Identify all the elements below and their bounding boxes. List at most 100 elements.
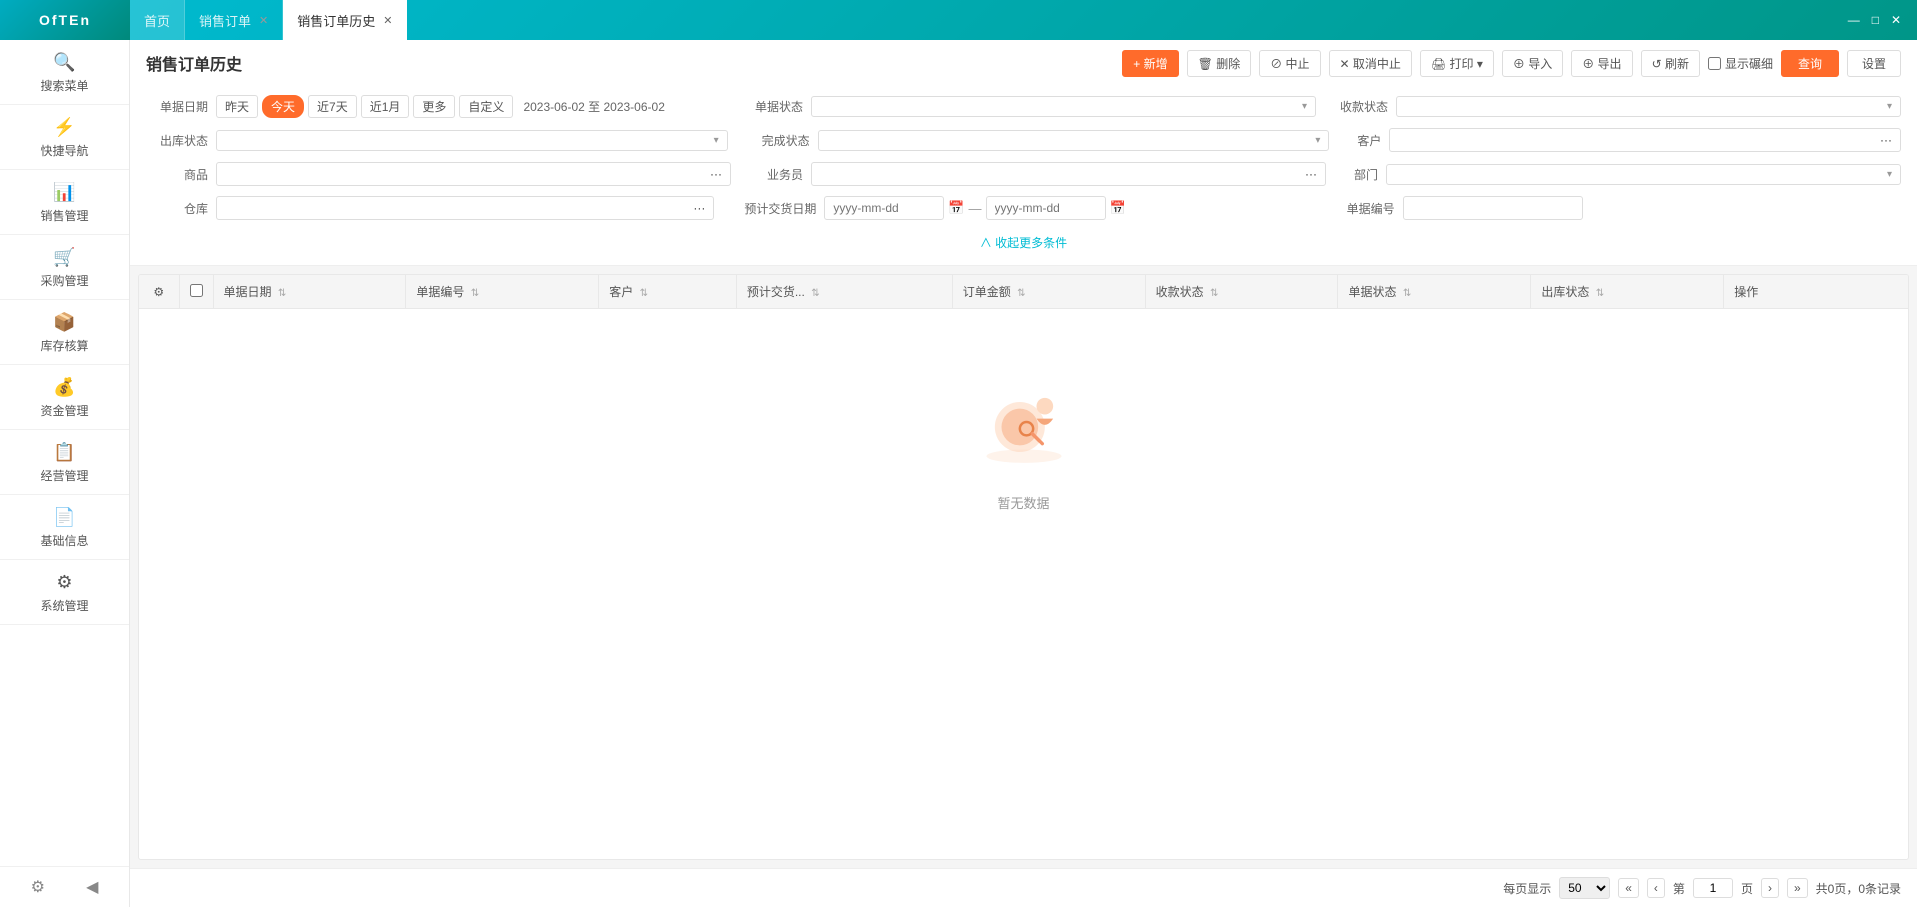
sort-date-icon[interactable]: ⇅ [278,288,286,299]
sidebar-item-sales[interactable]: 📊 销售管理 [0,170,129,235]
content-area: 销售订单历史 + 新增 🗑 删除 ⊘ 中止 ✕ 取消中止 🖨 打印 ▾ ⊕ 导入… [130,40,1917,907]
sidebar-item-system[interactable]: ⚙ 系统管理 [0,560,129,625]
display-columns-toggle[interactable]: 显示碾细 [1708,55,1773,72]
complete-select[interactable]: ▾ [818,130,1330,151]
sort-customer-icon[interactable]: ⇅ [640,288,648,299]
sort-paystatus-icon[interactable]: ⇅ [1210,288,1218,299]
salesman-label: 业务员 [761,166,811,183]
th-customer: 客户 ⇅ [599,275,737,309]
sidebar-item-search[interactable]: 🔍 搜索菜单 [0,40,129,105]
toolbar: + 新增 🗑 删除 ⊘ 中止 ✕ 取消中止 🖨 打印 ▾ ⊕ 导入 ⊕ 导出 ↺… [1122,50,1901,77]
top-bar: OfTEn 首页 销售订单 ✕ 销售订单历史 ✕ — □ ✕ [0,0,1917,40]
status-select[interactable]: ▾ [811,96,1316,117]
empty-text: 暂无数据 [997,493,1049,512]
sidebar-item-inventory[interactable]: 📦 库存核算 [0,300,129,365]
sidebar-bottom: ⚙ ◀ [0,866,129,907]
finance-icon: 💰 [53,377,75,398]
select-all-checkbox[interactable] [190,284,203,297]
date-filter-value: 昨天 今天 近7天 近1月 更多 自定义 2023-06-02 至 2023-0… [216,95,721,118]
export-button[interactable]: ⊕ 导出 [1571,50,1632,77]
filter-row-3: 商品 ··· 业务员 ··· 部门 ▾ [146,162,1901,186]
delivery-date-start[interactable] [824,196,944,220]
collapse-filters-btn[interactable]: ∧ 收起更多条件 [146,230,1901,255]
th-outbound: 出库状态 ⇅ [1531,275,1724,309]
delivery-date-end[interactable] [986,196,1106,220]
search-icon: 🔍 [53,52,75,73]
customer-select[interactable]: ··· [1389,128,1901,152]
new-button[interactable]: + 新增 [1122,50,1178,77]
cancel-stop-button[interactable]: ✕ 取消中止 [1329,50,1412,77]
warehouse-select[interactable]: ··· [216,196,714,220]
table-section: ⚙ 单据日期 ⇅ 单据编号 ⇅ [138,274,1909,860]
page-size-select[interactable]: 50 20 100 [1559,877,1610,899]
prev-page-btn[interactable]: ‹ [1647,878,1665,898]
th-operations: 操作 [1724,275,1908,309]
doc-number-input[interactable] [1403,196,1583,220]
delete-button[interactable]: 🗑 删除 [1187,50,1252,77]
th-doc-status: 单据状态 ⇅ [1338,275,1531,309]
date-btn-yesterday[interactable]: 昨天 [216,95,258,118]
th-date: 单据日期 ⇅ [213,275,406,309]
dept-select[interactable]: ▾ [1386,164,1901,185]
table-body: 暂无数据 [139,309,1908,581]
pay-status-label: 收款状态 [1336,98,1396,115]
main-layout: 🔍 搜索菜单 ⚡ 快捷导航 📊 销售管理 🛒 采购管理 📦 库存核算 💰 资金管… [0,40,1917,907]
th-amount: 订单金额 ⇅ [952,275,1145,309]
doc-number-label: 单据编号 [1343,200,1403,217]
sort-outbound-icon[interactable]: ⇅ [1596,288,1604,299]
sort-amount-icon[interactable]: ⇅ [1017,288,1025,299]
th-delivery: 预计交货... ⇅ [736,275,952,309]
operations-icon: 📋 [53,442,75,463]
sidebar-settings-icon[interactable]: ⚙ [31,877,45,897]
goods-select[interactable]: ··· [216,162,731,186]
sidebar-item-operations[interactable]: 📋 经营管理 [0,430,129,495]
tab-home[interactable]: 首页 [130,0,185,40]
outbound-label: 出库状态 [146,132,216,149]
sort-docstatus-icon[interactable]: ⇅ [1403,288,1411,299]
tab-sales-order-close[interactable]: ✕ [259,14,268,27]
display-columns-checkbox[interactable] [1708,57,1721,70]
sidebar-item-basicinfo[interactable]: 📄 基础信息 [0,495,129,560]
sort-docno-icon[interactable]: ⇅ [471,288,479,299]
sidebar-collapse-icon[interactable]: ◀ [86,877,98,897]
outbound-select[interactable]: ▾ [216,130,728,151]
sort-delivery-icon[interactable]: ⇅ [811,288,819,299]
last-page-btn[interactable]: » [1787,878,1808,898]
print-button[interactable]: 🖨 打印 ▾ [1420,50,1494,77]
th-doc-number: 单据编号 ⇅ [406,275,599,309]
settings-button[interactable]: 设置 [1847,50,1901,77]
page-number-input[interactable]: 1 [1693,878,1733,898]
calendar-start-icon[interactable]: 📅 [948,200,964,216]
refresh-button[interactable]: ↺ 刷新 [1641,50,1700,77]
empty-row: 暂无数据 [139,309,1908,581]
minimize-btn[interactable]: — [1848,13,1860,27]
next-page-btn[interactable]: › [1761,878,1779,898]
date-btn-custom[interactable]: 自定义 [459,95,513,118]
date-btn-1month[interactable]: 近1月 [361,95,410,118]
gear-icon[interactable]: ⚙ [153,285,164,299]
tab-sales-order-history[interactable]: 销售订单历史 ✕ [283,0,407,40]
calendar-end-icon[interactable]: 📅 [1110,200,1126,216]
date-btn-7days[interactable]: 近7天 [308,95,357,118]
salesman-select[interactable]: ··· [811,162,1326,186]
pay-status-select[interactable]: ▾ [1396,96,1901,117]
close-btn[interactable]: ✕ [1891,13,1901,27]
first-page-btn[interactable]: « [1618,878,1639,898]
page-title: 销售订单历史 [146,51,242,75]
maximize-btn[interactable]: □ [1872,13,1879,27]
sidebar-item-finance[interactable]: 💰 资金管理 [0,365,129,430]
tab-sales-order-history-close[interactable]: ✕ [383,14,392,27]
total-records: 共0页，0条记录 [1816,880,1901,897]
th-pay-status: 收款状态 ⇅ [1145,275,1338,309]
date-btn-today[interactable]: 今天 [262,95,304,118]
sidebar-item-purchase[interactable]: 🛒 采购管理 [0,235,129,300]
dept-label: 部门 [1346,166,1386,183]
search-button[interactable]: 查询 [1781,50,1839,77]
sidebar-item-quicknav[interactable]: ⚡ 快捷导航 [0,105,129,170]
filter-row-2: 出库状态 ▾ 完成状态 ▾ 客户 ··· [146,128,1901,152]
tab-sales-order[interactable]: 销售订单 ✕ [185,0,283,40]
date-btn-more[interactable]: 更多 [413,95,455,118]
stop-button[interactable]: ⊘ 中止 [1259,50,1320,77]
filter-row-1: 单据日期 昨天 今天 近7天 近1月 更多 自定义 2023-06-02 至 2… [146,95,1901,118]
import-button[interactable]: ⊕ 导入 [1502,50,1563,77]
